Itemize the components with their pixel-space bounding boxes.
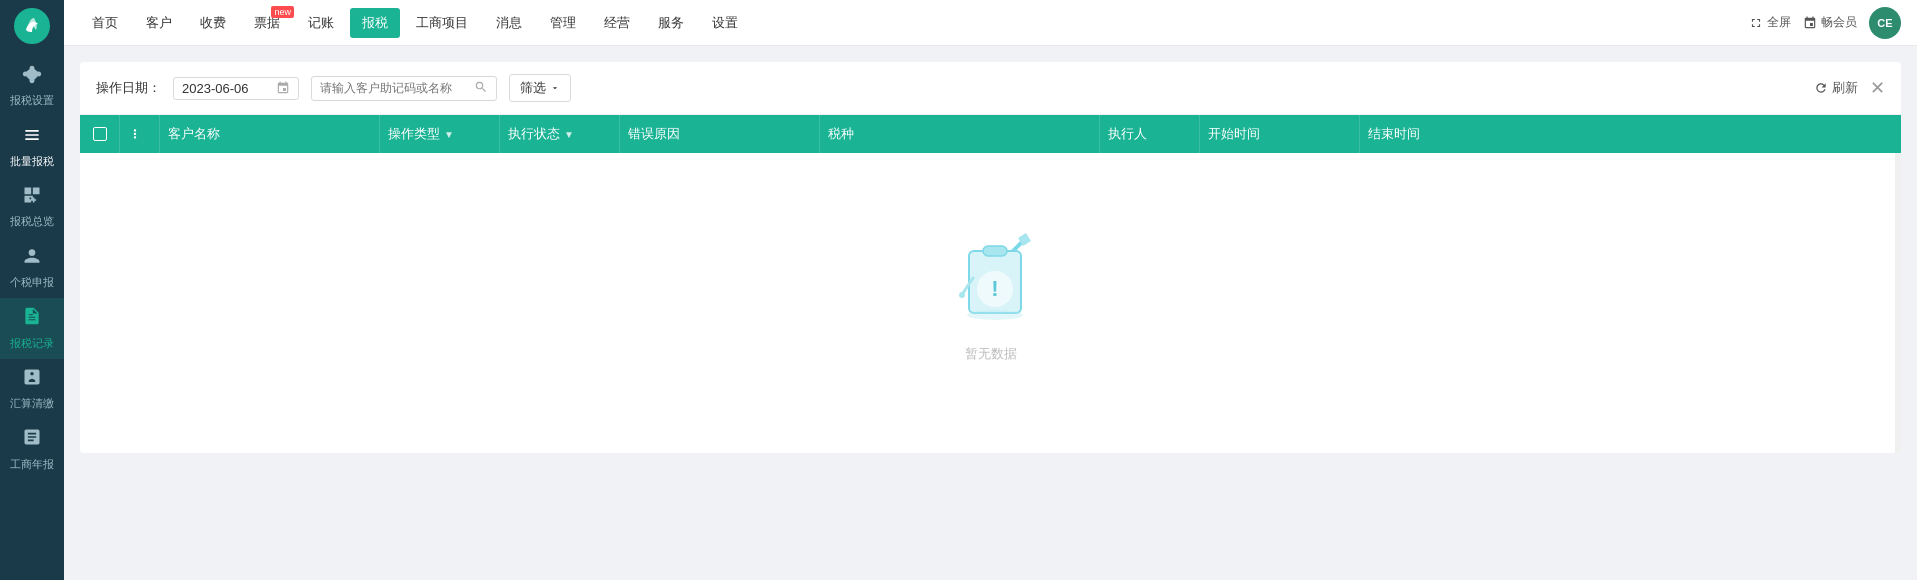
calc-icon: [22, 367, 42, 394]
sidebar-item-label: 报税总览: [10, 214, 54, 229]
search-box: [311, 76, 497, 101]
nav-item-jizhang[interactable]: 记账: [296, 8, 346, 38]
th-client-name: 客户名称: [160, 115, 380, 153]
svg-text:!: !: [991, 276, 998, 301]
th-error-reason: 错误原因: [620, 115, 820, 153]
sidebar: 报税设置 批量报税 报税总览 个税申报 报税记录 汇算清缴 工商: [0, 0, 64, 580]
sidebar-item-baoshui-shezhi[interactable]: 报税设置: [0, 56, 64, 117]
sort-icon: ▼: [444, 129, 454, 140]
nav-items: 首页 客户 收费 票据 new 记账 报税 工商项目 消息 管理 经营 服务 设…: [80, 8, 1749, 38]
sidebar-item-label: 工商年报: [10, 457, 54, 472]
scrollbar[interactable]: [1895, 153, 1901, 453]
close-button[interactable]: ✕: [1870, 79, 1885, 97]
table-header: 客户名称 操作类型 ▼ 执行状态 ▼ 错误原因 税种 执行人: [80, 115, 1901, 153]
user-avatar[interactable]: CE: [1869, 7, 1901, 39]
refresh-icon: [1814, 81, 1828, 95]
toolbar-right: 刷新 ✕: [1814, 79, 1885, 97]
th-start-time: 开始时间: [1200, 115, 1360, 153]
table-body: ! 暂无数据: [80, 153, 1901, 453]
th-end-time: 结束时间: [1360, 115, 1520, 153]
date-input[interactable]: [182, 81, 272, 96]
sidebar-item-label: 个税申报: [10, 275, 54, 290]
nav-item-kehu[interactable]: 客户: [134, 8, 184, 38]
member-label: 畅会员: [1821, 14, 1857, 31]
fullscreen-button[interactable]: 全屏: [1749, 14, 1791, 31]
nav-item-shezhi[interactable]: 设置: [700, 8, 750, 38]
sidebar-item-label: 批量报税: [10, 154, 54, 169]
sidebar-item-baoshui-jilu[interactable]: 报税记录: [0, 298, 64, 359]
filter-button[interactable]: 筛选: [509, 74, 571, 102]
date-label: 操作日期：: [96, 79, 161, 97]
sidebar-item-baoshui-zonglian[interactable]: 报税总览: [0, 177, 64, 238]
calendar-icon: [276, 81, 290, 95]
new-badge: new: [271, 6, 294, 19]
content-card: 操作日期： 筛选 刷新: [80, 62, 1901, 453]
overview-icon: [22, 185, 42, 212]
th-tax-type: 税种: [820, 115, 1100, 153]
nav-item-xiaoxi[interactable]: 消息: [484, 8, 534, 38]
fullscreen-label: 全屏: [1767, 14, 1791, 31]
main-area: 首页 客户 收费 票据 new 记账 报税 工商项目 消息 管理 经营 服务 设…: [64, 0, 1917, 580]
th-checkbox: [80, 115, 120, 153]
empty-illustration: !: [931, 213, 1051, 333]
app-logo[interactable]: [14, 8, 50, 44]
th-exec-status[interactable]: 执行状态 ▼: [500, 115, 620, 153]
refresh-label: 刷新: [1832, 79, 1858, 97]
search-icon[interactable]: [474, 80, 488, 97]
annual-icon: [22, 427, 42, 454]
date-picker[interactable]: [173, 77, 299, 100]
sidebar-item-label: 报税设置: [10, 93, 54, 108]
person-icon: [22, 246, 42, 273]
refresh-button[interactable]: 刷新: [1814, 79, 1858, 97]
th-settings: [120, 115, 160, 153]
nav-item-jingying[interactable]: 经营: [592, 8, 642, 38]
th-operation-type[interactable]: 操作类型 ▼: [380, 115, 500, 153]
member-button[interactable]: 畅会员: [1803, 14, 1857, 31]
select-all-checkbox[interactable]: [93, 127, 107, 141]
chevron-down-icon: [550, 83, 560, 93]
toolbar: 操作日期： 筛选 刷新: [80, 62, 1901, 115]
nav-item-gongshang-xiangmu[interactable]: 工商项目: [404, 8, 480, 38]
nav-item-baoshui[interactable]: 报税: [350, 8, 400, 38]
sidebar-item-piliang-baoshui[interactable]: 批量报税: [0, 117, 64, 178]
sort-icon: ▼: [564, 129, 574, 140]
top-navigation: 首页 客户 收费 票据 new 记账 报税 工商项目 消息 管理 经营 服务 设…: [64, 0, 1917, 46]
svg-rect-5: [983, 246, 1007, 256]
nav-item-piaoju[interactable]: 票据 new: [242, 8, 292, 38]
batch-icon: [22, 125, 42, 152]
nav-item-fuwu[interactable]: 服务: [646, 8, 696, 38]
sidebar-item-label: 汇算清缴: [10, 396, 54, 411]
record-icon: [22, 306, 42, 333]
nav-item-shouye[interactable]: 首页: [80, 8, 130, 38]
sidebar-item-geshui-shenbao[interactable]: 个税申报: [0, 238, 64, 299]
sidebar-item-huisuan-jiaona[interactable]: 汇算清缴: [0, 359, 64, 420]
sidebar-item-gongshang-nianbao[interactable]: 工商年报: [0, 419, 64, 480]
settings-icon: [22, 64, 42, 91]
svg-point-10: [959, 292, 965, 298]
filter-label: 筛选: [520, 79, 546, 97]
empty-state: ! 暂无数据: [80, 153, 1901, 443]
search-input[interactable]: [320, 81, 470, 95]
nav-item-guanli[interactable]: 管理: [538, 8, 588, 38]
topnav-right: 全屏 畅会员 CE: [1749, 7, 1901, 39]
empty-text: 暂无数据: [965, 345, 1017, 363]
svg-point-8: [967, 310, 1023, 320]
sidebar-item-label: 报税记录: [10, 336, 54, 351]
th-executor: 执行人: [1100, 115, 1200, 153]
nav-item-shoufei[interactable]: 收费: [188, 8, 238, 38]
page-content: 操作日期： 筛选 刷新: [64, 46, 1917, 580]
column-settings-icon[interactable]: [128, 127, 142, 141]
